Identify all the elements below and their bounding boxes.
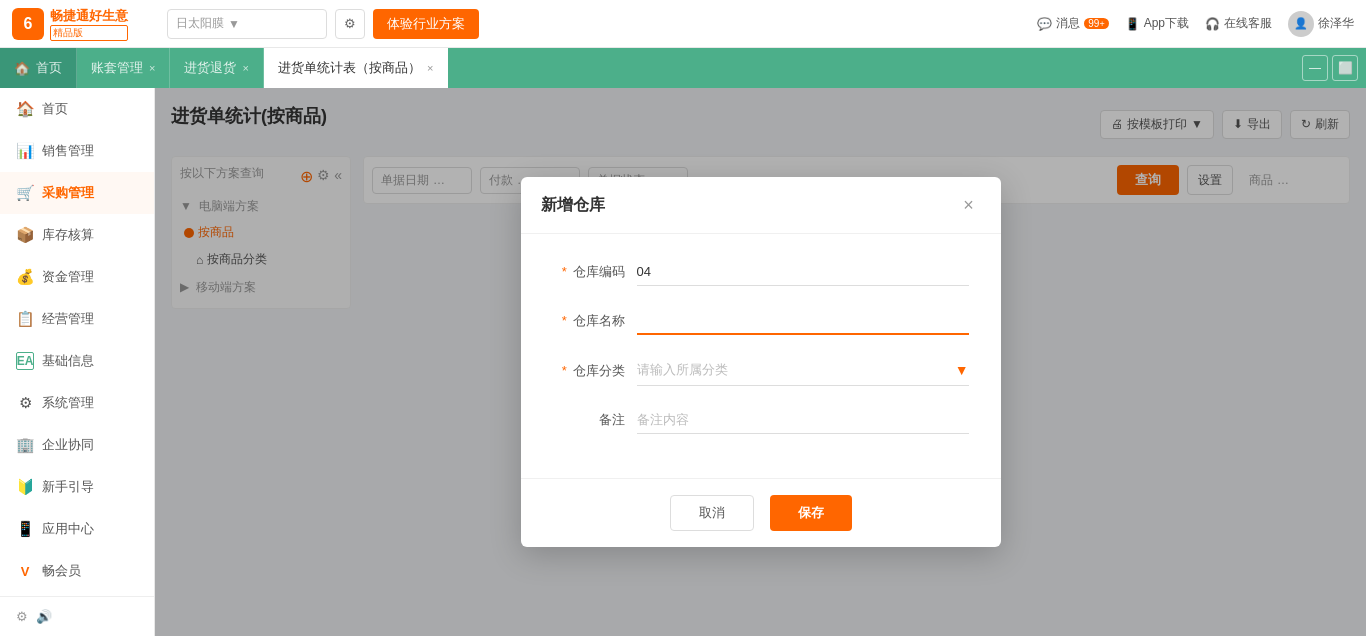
headset-icon: 🎧 xyxy=(1205,17,1220,31)
sidebar-item-inventory[interactable]: 📦 库存核算 xyxy=(0,214,154,256)
category-select[interactable]: 请输入所属分类 ▼ xyxy=(637,355,969,386)
sidebar-item-home[interactable]: 🏠 首页 xyxy=(0,88,154,130)
dialog-title: 新增仓库 xyxy=(541,195,605,216)
logo-area: 6 畅捷通好生意 精品版 xyxy=(12,7,167,41)
tab-right-buttons: — ⬜ xyxy=(1302,55,1366,81)
system-icon: ⚙ xyxy=(16,394,34,412)
gear-button[interactable]: ⚙ xyxy=(335,9,365,39)
sidebar-item-purchase[interactable]: 🛒 采购管理 xyxy=(0,172,154,214)
remark-label: 备注 xyxy=(553,411,625,429)
settings-bottom-icon: ⚙ xyxy=(16,609,28,624)
dialog-footer: 取消 保存 xyxy=(521,478,1001,547)
sidebar-item-guide[interactable]: 🔰 新手引导 xyxy=(0,466,154,508)
dialog-close-button[interactable]: × xyxy=(957,193,981,217)
sidebar-item-apps[interactable]: 📱 应用中心 xyxy=(0,508,154,550)
header-right: 💬 消息 99+ 📱 App下载 🎧 在线客服 👤 徐泽华 xyxy=(1037,11,1354,37)
main-layout: 🏠 首页 📊 销售管理 🛒 采购管理 📦 库存核算 💰 资金管理 📋 经营管理 … xyxy=(0,88,1366,636)
enterprise-icon: 🏢 xyxy=(16,436,34,454)
content-area: 进货单统计(按商品) 🖨 按模板打印 ▼ ⬇ 导出 ↻ 刷新 xyxy=(155,88,1366,636)
purchase-icon: 🛒 xyxy=(16,184,34,202)
experience-button[interactable]: 体验行业方案 xyxy=(373,9,479,39)
remark-input[interactable] xyxy=(637,406,969,434)
form-row-code: * 仓库编码 xyxy=(553,258,969,286)
sidebar-bottom-setting[interactable]: ⚙ 🔊 xyxy=(0,596,154,636)
tab-minimize-btn[interactable]: — xyxy=(1302,55,1328,81)
form-row-remark: 备注 xyxy=(553,406,969,434)
vip-icon: V xyxy=(16,562,34,580)
dialog-header: 新增仓库 × xyxy=(521,177,1001,234)
header-search-area: 日太阳膜 ▼ ⚙ 体验行业方案 xyxy=(167,9,1037,39)
user-item[interactable]: 👤 徐泽华 xyxy=(1288,11,1354,37)
category-arrow-icon: ▼ xyxy=(955,362,969,378)
code-input[interactable] xyxy=(637,258,969,286)
category-label: * 仓库分类 xyxy=(553,362,625,380)
sidebar-item-vip[interactable]: V 畅会员 xyxy=(0,550,154,592)
finance-icon: 💰 xyxy=(16,268,34,286)
add-warehouse-dialog: 新增仓库 × * 仓库编码 * xyxy=(521,177,1001,547)
name-input[interactable] xyxy=(637,306,969,335)
sidebar: 🏠 首页 📊 销售管理 🛒 采购管理 📦 库存核算 💰 资金管理 📋 经营管理 … xyxy=(0,88,155,636)
home-icon: 🏠 xyxy=(16,100,34,118)
logo-icon: 6 xyxy=(12,8,44,40)
form-row-category: * 仓库分类 请输入所属分类 ▼ xyxy=(553,355,969,386)
tab-purchase-return[interactable]: 进货退货 × xyxy=(170,48,263,88)
tab-close-account[interactable]: × xyxy=(149,62,155,74)
store-search-box[interactable]: 日太阳膜 ▼ xyxy=(167,9,327,39)
message-item[interactable]: 💬 消息 99+ xyxy=(1037,15,1108,32)
app-download-item[interactable]: 📱 App下载 xyxy=(1125,15,1189,32)
sidebar-item-system[interactable]: ⚙ 系统管理 xyxy=(0,382,154,424)
sales-icon: 📊 xyxy=(16,142,34,160)
management-icon: 📋 xyxy=(16,310,34,328)
phone-icon: 📱 xyxy=(1125,17,1140,31)
speaker-icon: 🔊 xyxy=(36,609,52,624)
cancel-button[interactable]: 取消 xyxy=(670,495,754,531)
sidebar-item-basic-info[interactable]: EA 基础信息 xyxy=(0,340,154,382)
message-icon: 💬 xyxy=(1037,17,1052,31)
search-arrow-icon: ▼ xyxy=(228,17,240,31)
form-row-name: * 仓库名称 xyxy=(553,306,969,335)
logo-text: 畅捷通好生意 精品版 xyxy=(50,7,128,41)
tab-purchase-stats[interactable]: 进货单统计表（按商品） × xyxy=(264,48,448,88)
dialog-body: * 仓库编码 * 仓库名称 xyxy=(521,234,1001,478)
save-button[interactable]: 保存 xyxy=(770,495,852,531)
avatar: 👤 xyxy=(1288,11,1314,37)
code-label: * 仓库编码 xyxy=(553,263,625,281)
sidebar-item-management[interactable]: 📋 经营管理 xyxy=(0,298,154,340)
basic-info-icon: EA xyxy=(16,352,34,370)
sidebar-item-sales[interactable]: 📊 销售管理 xyxy=(0,130,154,172)
store-search-value: 日太阳膜 xyxy=(176,15,224,32)
top-header: 6 畅捷通好生意 精品版 日太阳膜 ▼ ⚙ 体验行业方案 💬 消息 99+ 📱 … xyxy=(0,0,1366,48)
guide-icon: 🔰 xyxy=(16,478,34,496)
message-badge: 99+ xyxy=(1084,18,1108,29)
tab-account-management[interactable]: 账套管理 × xyxy=(77,48,170,88)
dialog-overlay: 新增仓库 × * 仓库编码 * xyxy=(155,88,1366,636)
tab-close-purchase-return[interactable]: × xyxy=(242,62,248,74)
inventory-icon: 📦 xyxy=(16,226,34,244)
sidebar-item-finance[interactable]: 💰 资金管理 xyxy=(0,256,154,298)
tab-close-purchase-stats[interactable]: × xyxy=(427,62,433,74)
tab-bar: 🏠 首页 账套管理 × 进货退货 × 进货单统计表（按商品） × — ⬜ xyxy=(0,48,1366,88)
sidebar-item-enterprise[interactable]: 🏢 企业协同 xyxy=(0,424,154,466)
tab-maximize-btn[interactable]: ⬜ xyxy=(1332,55,1358,81)
online-service-item[interactable]: 🎧 在线客服 xyxy=(1205,15,1272,32)
tab-home[interactable]: 🏠 首页 xyxy=(0,48,77,88)
apps-icon: 📱 xyxy=(16,520,34,538)
name-label: * 仓库名称 xyxy=(553,312,625,330)
home-tab-icon: 🏠 xyxy=(14,61,30,76)
